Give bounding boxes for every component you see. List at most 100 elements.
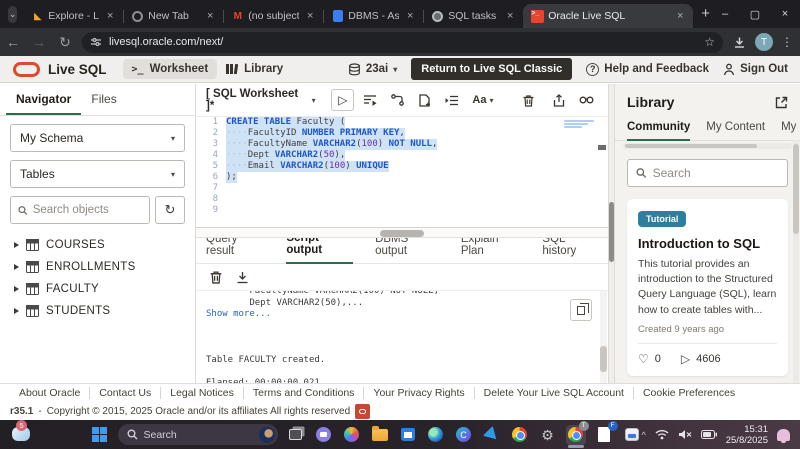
- download-output-button[interactable]: [236, 271, 249, 284]
- library-search-field[interactable]: [627, 159, 788, 187]
- settings-button[interactable]: ⚙: [538, 425, 558, 445]
- site-settings-icon[interactable]: [90, 36, 102, 48]
- tab-close-icon[interactable]: ×: [503, 10, 517, 22]
- browser-tab-oracle-livesql-active[interactable]: >_ Oracle Live SQL ×: [523, 4, 694, 28]
- browser-tab-dbms[interactable]: DBMS - Assignme ×: [323, 4, 425, 28]
- browser-tab-gmail[interactable]: M (no subject) - 24ch ×: [223, 4, 325, 28]
- footer-link-terms[interactable]: Terms and Conditions: [244, 387, 365, 399]
- font-size-button[interactable]: Aa ▾: [467, 89, 500, 111]
- wifi-icon[interactable]: [655, 429, 669, 440]
- sql-code-editor[interactable]: 1 CREATE TABLE Faculty ( 2 ····FacultyID N…: [196, 117, 608, 227]
- browser-tab-newtab[interactable]: New Tab ×: [123, 4, 225, 28]
- return-to-classic-button[interactable]: Return to Live SQL Classic: [411, 58, 573, 80]
- chrome-active-button[interactable]: T: [565, 420, 589, 448]
- database-version-select[interactable]: 23ai ▾: [348, 62, 397, 76]
- table-name[interactable]: ENROLLMENTS: [46, 261, 136, 273]
- task-view-button[interactable]: [286, 425, 306, 445]
- tab-my-content[interactable]: My Content: [706, 116, 765, 140]
- clear-worksheet-button[interactable]: [517, 89, 540, 111]
- share-button[interactable]: [548, 89, 571, 111]
- copilot-button[interactable]: [342, 425, 362, 445]
- browser-profile-avatar[interactable]: T: [755, 33, 773, 51]
- footer-link-contact-us[interactable]: Contact Us: [90, 387, 162, 399]
- canva-button[interactable]: C: [454, 425, 474, 445]
- open-in-new-icon[interactable]: [775, 96, 788, 109]
- volume-muted-icon[interactable]: [678, 429, 692, 440]
- copy-output-button[interactable]: [570, 299, 592, 321]
- window-minimize-button[interactable]: –: [710, 8, 740, 20]
- vscode-button[interactable]: [482, 425, 502, 445]
- object-type-select[interactable]: Tables ▾: [10, 160, 185, 188]
- snipping-tool-button[interactable]: [622, 425, 642, 445]
- notification-bell-icon[interactable]: [777, 428, 790, 443]
- start-button[interactable]: [90, 425, 110, 445]
- tab-close-icon[interactable]: ×: [303, 10, 317, 22]
- tab-close-icon[interactable]: ×: [203, 10, 217, 22]
- edge-button[interactable]: [426, 425, 446, 445]
- chrome-button[interactable]: [510, 425, 530, 445]
- refresh-button[interactable]: ↻: [155, 196, 185, 224]
- help-feedback-button[interactable]: ? Help and Feedback: [586, 62, 709, 76]
- sign-out-button[interactable]: Sign Out: [723, 63, 788, 76]
- splitter-handle[interactable]: [380, 230, 424, 237]
- explain-plan-button[interactable]: [386, 89, 409, 111]
- tab-community[interactable]: Community: [627, 116, 691, 141]
- object-search-field[interactable]: [10, 196, 150, 224]
- footer-link-privacy[interactable]: Your Privacy Rights: [364, 387, 475, 399]
- tab-files[interactable]: Files: [81, 84, 126, 115]
- run-statement-button[interactable]: ▷: [331, 89, 355, 111]
- microsoft-store-button[interactable]: [398, 425, 418, 445]
- tab-my-favorites[interactable]: My Favorites: [781, 116, 800, 140]
- word-document-button[interactable]: F: [594, 420, 618, 445]
- table-name[interactable]: STUDENTS: [46, 305, 110, 317]
- schema-select[interactable]: My Schema ▾: [10, 124, 185, 152]
- tab-close-icon[interactable]: ×: [103, 10, 117, 22]
- reload-button[interactable]: ↻: [52, 34, 78, 51]
- back-button[interactable]: ←: [0, 34, 26, 50]
- taskbar-clock[interactable]: 15:31 25/8/2025: [726, 424, 768, 446]
- new-worksheet-button[interactable]: [413, 89, 436, 111]
- worksheet-title-select[interactable]: [ SQL Worksheet ]*: [206, 88, 306, 112]
- widgets-weather-button[interactable]: 5: [8, 419, 30, 447]
- tutorial-card-intro-to-sql[interactable]: Tutorial Introduction to SQL This tutori…: [627, 199, 788, 376]
- find-button[interactable]: [575, 89, 598, 111]
- format-code-button[interactable]: [440, 89, 463, 111]
- nav-worksheet-button[interactable]: >_ Worksheet: [122, 59, 218, 79]
- vertical-splitter[interactable]: [608, 84, 615, 383]
- footer-link-legal-notices[interactable]: Legal Notices: [161, 387, 244, 399]
- chevron-down-icon[interactable]: ▾: [312, 96, 316, 105]
- editor-scrollbar[interactable]: [598, 145, 606, 150]
- downloads-icon[interactable]: [733, 36, 746, 49]
- tab-navigator[interactable]: Navigator: [6, 84, 82, 115]
- bookmark-star-icon[interactable]: ☆: [704, 35, 715, 49]
- hidden-icons-chevron[interactable]: ^: [642, 430, 646, 440]
- expand-arrow-icon[interactable]: [14, 242, 19, 248]
- new-tab-button[interactable]: +: [701, 5, 710, 22]
- horizontal-splitter[interactable]: [196, 227, 608, 238]
- library-tabs-scrollbar[interactable]: [623, 143, 792, 149]
- expand-arrow-icon[interactable]: [14, 308, 19, 314]
- window-maximize-button[interactable]: ▢: [740, 8, 770, 21]
- search-objects-input[interactable]: [32, 204, 142, 216]
- footer-link-cookie-preferences[interactable]: Cookie Preferences: [634, 387, 744, 399]
- file-explorer-button[interactable]: [370, 425, 390, 445]
- library-scrollbar[interactable]: [793, 140, 799, 383]
- window-close-button[interactable]: ×: [770, 8, 800, 20]
- url-text[interactable]: livesql.oracle.com/next/: [109, 36, 704, 48]
- table-name[interactable]: COURSES: [46, 239, 105, 251]
- script-output-area[interactable]: FacultyName VARCHAR2(100) NOT NULL, Dept…: [196, 290, 608, 383]
- table-name[interactable]: FACULTY: [46, 283, 99, 295]
- tab-close-icon[interactable]: ×: [403, 10, 417, 22]
- taskbar-search-box[interactable]: Search: [117, 424, 278, 445]
- like-heart-icon[interactable]: ♡: [638, 352, 649, 366]
- library-search-input[interactable]: [652, 166, 779, 180]
- battery-icon[interactable]: [700, 430, 717, 439]
- browser-tab-leetcode[interactable]: ◣ Explore - LeetCode ×: [23, 4, 125, 28]
- browser-tab-sql-guide[interactable]: SQL tasks guide ×: [423, 4, 523, 28]
- address-bar[interactable]: livesql.oracle.com/next/ ☆: [82, 31, 723, 53]
- chat-button[interactable]: [314, 425, 334, 445]
- tree-item-enrollments[interactable]: ENROLLMENTS: [0, 256, 195, 278]
- run-script-button[interactable]: [358, 89, 381, 111]
- tab-close-icon[interactable]: ×: [673, 10, 687, 22]
- tree-item-faculty[interactable]: FACULTY: [0, 278, 195, 300]
